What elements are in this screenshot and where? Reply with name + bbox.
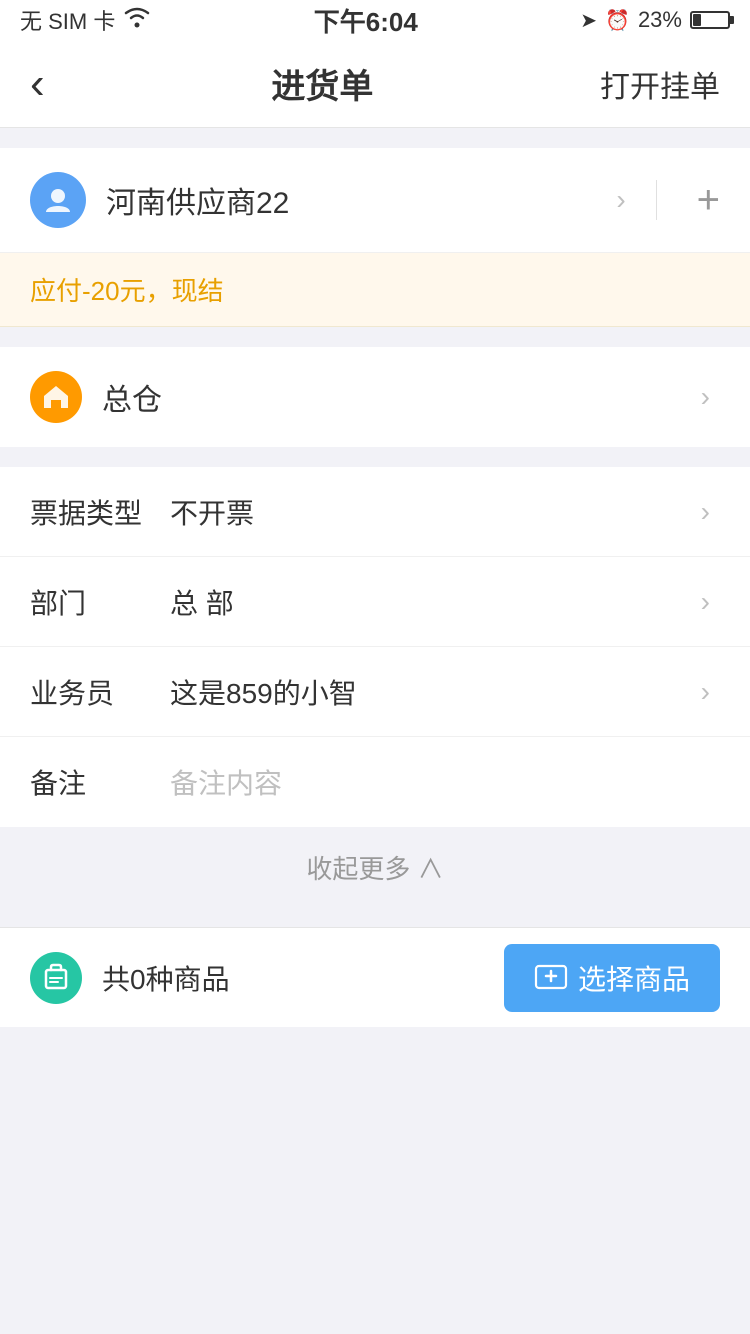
warehouse-name: 总仓 — [102, 375, 701, 419]
supplier-chevron-icon: › — [616, 184, 625, 216]
status-bar: 无 SIM 卡 下午6:04 ➤ ⏰ 23% — [0, 0, 750, 40]
status-right: ➤ ⏰ 23% — [580, 7, 730, 33]
department-row[interactable]: 部门 总 部 › — [0, 557, 750, 647]
product-count-text: 共0种商品 — [102, 958, 484, 998]
warehouse-row[interactable]: 总仓 › — [0, 347, 750, 447]
invoice-type-chevron-icon: › — [701, 496, 710, 528]
select-product-label: 选择商品 — [578, 958, 690, 998]
department-label: 部门 — [30, 582, 150, 622]
collapse-label: 收起更多 ∧ — [306, 849, 443, 886]
warehouse-chevron-icon: › — [701, 381, 710, 413]
supplier-name: 河南供应商22 — [106, 178, 616, 222]
divider — [656, 180, 657, 220]
warehouse-card: 总仓 › — [0, 347, 750, 447]
open-pending-button[interactable]: 打开挂单 — [600, 62, 720, 106]
bottom-bar: 共0种商品 选择商品 — [0, 927, 750, 1027]
page-title: 进货单 — [271, 59, 373, 108]
supplier-avatar — [30, 172, 86, 228]
form-card: 票据类型 不开票 › 部门 总 部 › 业务员 这是859的小智 › 备注 备注… — [0, 467, 750, 827]
remark-row[interactable]: 备注 备注内容 — [0, 737, 750, 827]
remark-input[interactable]: 备注内容 — [150, 762, 720, 802]
section-gap-2 — [0, 327, 750, 347]
section-gap-1 — [0, 128, 750, 148]
salesperson-row[interactable]: 业务员 这是859的小智 › — [0, 647, 750, 737]
add-button[interactable]: + — [697, 178, 720, 223]
invoice-type-label: 票据类型 — [30, 492, 150, 532]
back-button[interactable]: ‹ — [30, 59, 45, 109]
location-icon: ➤ — [580, 8, 597, 33]
product-count-icon — [30, 952, 82, 1004]
salesperson-label: 业务员 — [30, 672, 150, 712]
department-value: 总 部 — [150, 582, 701, 622]
salesperson-chevron-icon: › — [701, 676, 710, 708]
time-display: 下午6:04 — [314, 2, 418, 39]
warehouse-icon — [30, 371, 82, 423]
gray-area — [0, 1027, 750, 1327]
remark-label: 备注 — [30, 762, 150, 802]
section-gap-4 — [0, 907, 750, 927]
alarm-icon: ⏰ — [605, 8, 630, 33]
section-gap-3 — [0, 447, 750, 467]
select-product-button[interactable]: 选择商品 — [504, 944, 720, 1012]
invoice-type-value: 不开票 — [150, 492, 701, 532]
battery-percent: 23% — [638, 7, 682, 33]
salesperson-value: 这是859的小智 — [150, 672, 701, 712]
carrier-text: 无 SIM 卡 — [20, 4, 115, 36]
supplier-row[interactable]: 河南供应商22 › + — [0, 148, 750, 253]
notice-text: 应付-20元，现结 — [30, 276, 224, 306]
invoice-type-row[interactable]: 票据类型 不开票 › — [0, 467, 750, 557]
notice-banner: 应付-20元，现结 — [0, 253, 750, 327]
department-chevron-icon: › — [701, 586, 710, 618]
supplier-card: 河南供应商22 › + 应付-20元，现结 — [0, 148, 750, 327]
status-left: 无 SIM 卡 — [20, 4, 151, 36]
collapse-button[interactable]: 收起更多 ∧ — [0, 827, 750, 907]
wifi-icon — [123, 6, 151, 34]
nav-bar: ‹ 进货单 打开挂单 — [0, 40, 750, 128]
battery-icon — [690, 11, 730, 29]
